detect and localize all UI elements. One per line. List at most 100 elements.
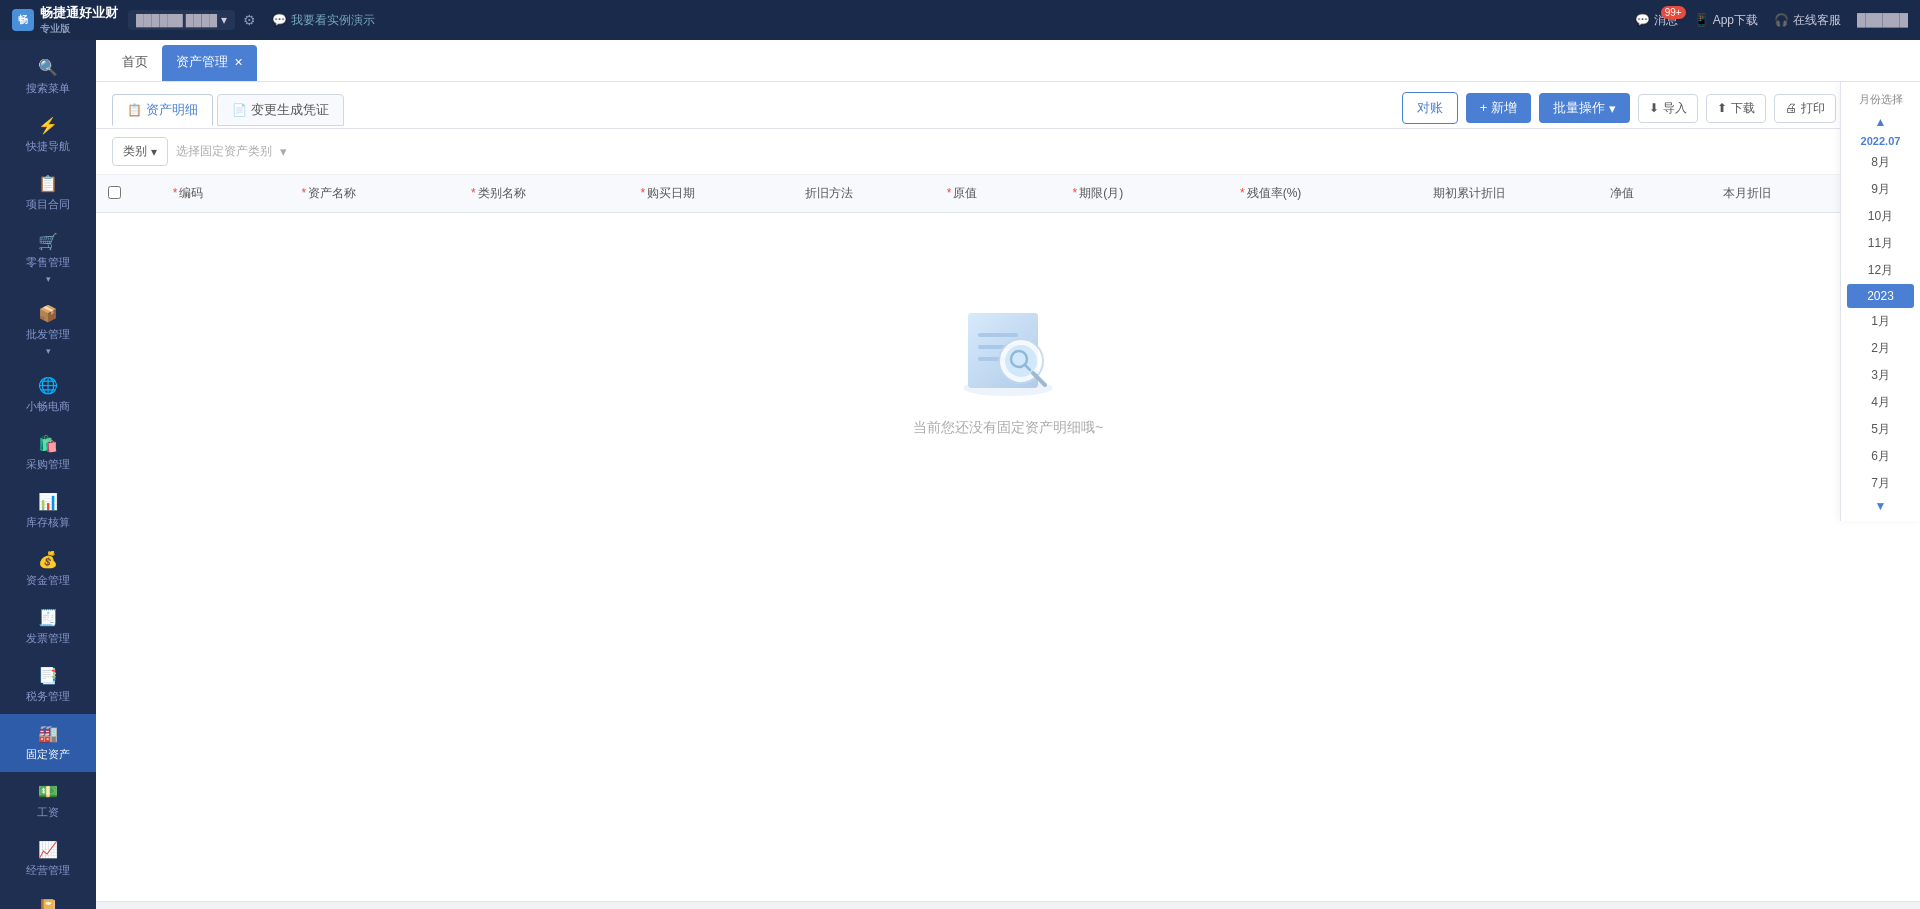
factory-icon: 🏭 [38, 724, 58, 743]
add-button[interactable]: + 新增 [1466, 93, 1531, 123]
arrow-icon: ▾ [46, 274, 51, 284]
user-info[interactable]: ██████ [1857, 13, 1908, 27]
col-code: *编码 [132, 175, 244, 213]
month-picker-panel: 月份选择 ▲ 2022.07 8月 9月 10月 11月 12月 2023 1月… [1840, 82, 1920, 521]
select-all-header[interactable] [96, 175, 132, 213]
sidebar-item-wholesale-mgmt[interactable]: 📦 批发管理 ▾ [0, 294, 96, 366]
month-item-2023-1[interactable]: 1月 [1841, 308, 1920, 335]
sidebar-item-general-ledger[interactable]: 📔 总账管理 [0, 888, 96, 909]
print-button[interactable]: 🖨 打印 [1774, 94, 1836, 123]
sub-tab-change-voucher[interactable]: 📄 变更生成凭证 [217, 94, 344, 126]
sidebar-item-quick-nav[interactable]: ⚡ 快捷导航 [0, 106, 96, 164]
download-button[interactable]: ⬆ 下载 [1706, 94, 1766, 123]
message-count-badge: 99+ [1661, 6, 1686, 19]
empty-illustration [943, 293, 1073, 403]
tax-icon: 📑 [38, 666, 58, 685]
month-item-2023-6[interactable]: 6月 [1841, 443, 1920, 470]
month-item-2023-7[interactable]: 7月 [1841, 470, 1920, 497]
workspace-selector[interactable]: ██████ ████ ▾ [128, 10, 235, 30]
tab-asset-mgmt[interactable]: 资产管理 ✕ [162, 45, 257, 81]
sidebar-item-fixed-assets[interactable]: 🏭 固定资产 [0, 714, 96, 772]
tab-close-button[interactable]: ✕ [234, 56, 243, 69]
sidebar-item-purchase-mgmt[interactable]: 🛍️ 采购管理 [0, 424, 96, 482]
app-download-button[interactable]: 📱 App下载 [1694, 12, 1758, 29]
search-icon: 🔍 [38, 58, 58, 77]
box-icon: 📦 [38, 304, 58, 323]
inner-content: 📋 资产明细 📄 变更生成凭证 对账 + 新增 批量操作 ▾ ⬇ [96, 82, 1920, 901]
chevron-down-icon: ▾ [1609, 101, 1616, 116]
month-list: 2022.07 8月 9月 10月 11月 12月 2023 1月 2月 3月 … [1841, 131, 1920, 497]
month-prev-button[interactable]: ▲ [1873, 113, 1889, 131]
filter-bar: 类别 ▾ 选择固定资产类别 ▾ [96, 129, 1920, 175]
horizontal-scrollbar[interactable] [96, 901, 1920, 909]
reconcile-button[interactable]: 对账 [1402, 92, 1458, 124]
main-layout: 🔍 搜索菜单 ⚡ 快捷导航 📋 项目合同 🛒 零售管理 ▾ 📦 批发管理 ▾ 🌐… [0, 40, 1920, 909]
content-area: 首页 资产管理 ✕ 📋 资产明细 📄 变更生成凭证 [96, 40, 1920, 909]
sidebar-item-fund-mgmt[interactable]: 💰 资金管理 [0, 540, 96, 598]
header-right-actions: 💬 消息 99+ 📱 App下载 🎧 在线客服 ██████ [1635, 12, 1908, 29]
month-item-12[interactable]: 12月 [1841, 257, 1920, 284]
top-header: 畅 畅捷通好业财 专业版 ██████ ████ ▾ ⚙ 💬 我要看实例演示 💬… [0, 0, 1920, 40]
sidebar-item-ops-mgmt[interactable]: 📈 经营管理 [0, 830, 96, 888]
col-net-value: 净值 [1575, 175, 1671, 213]
sidebar-item-invoice-mgmt[interactable]: 🧾 发票管理 [0, 598, 96, 656]
import-icon: ⬇ [1649, 101, 1659, 115]
sidebar-item-retail-mgmt[interactable]: 🛒 零售管理 ▾ [0, 222, 96, 294]
assets-table: *编码 *资产名称 *类别名称 *购买日期 折旧方法 *原值 *期限(月) *残… [96, 175, 1920, 517]
contract-icon: 📋 [38, 174, 58, 193]
settings-button[interactable]: ⚙ [243, 12, 256, 28]
app-logo: 畅 [12, 9, 34, 31]
arrow-icon: ▾ [46, 346, 51, 356]
ledger-icon: 📔 [38, 898, 58, 909]
workspace-name: ██████ ████ [136, 14, 217, 26]
chevron-down-icon: ▾ [151, 145, 157, 159]
month-item-2023-3[interactable]: 3月 [1841, 362, 1920, 389]
import-button[interactable]: ⬇ 导入 [1638, 94, 1698, 123]
month-item-11[interactable]: 11月 [1841, 230, 1920, 257]
sidebar-item-tax-mgmt[interactable]: 📑 税务管理 [0, 656, 96, 714]
sub-tab-bar: 📋 资产明细 📄 变更生成凭证 对账 + 新增 批量操作 ▾ ⬇ [96, 82, 1920, 129]
filter-placeholder: 选择固定资产类别 [176, 143, 272, 160]
table-container: *编码 *资产名称 *类别名称 *购买日期 折旧方法 *原值 *期限(月) *残… [96, 175, 1920, 901]
sub-tab-asset-detail[interactable]: 📋 资产明细 [112, 94, 213, 126]
sidebar: 🔍 搜索菜单 ⚡ 快捷导航 📋 项目合同 🛒 零售管理 ▾ 📦 批发管理 ▾ 🌐… [0, 40, 96, 909]
col-purchase-date: *购买日期 [583, 175, 753, 213]
demo-link[interactable]: 💬 我要看实例演示 [272, 12, 375, 29]
month-item-9[interactable]: 9月 [1841, 176, 1920, 203]
month-next-button[interactable]: ▼ [1873, 497, 1889, 515]
money-icon: 💰 [38, 550, 58, 569]
month-item-2023-4[interactable]: 4月 [1841, 389, 1920, 416]
empty-state: 当前您还没有固定资产明细哦~ [96, 213, 1920, 517]
col-residual-rate: *残值率(%) [1178, 175, 1364, 213]
month-item-10[interactable]: 10月 [1841, 203, 1920, 230]
filter-dropdown-icon[interactable]: ▾ [280, 144, 287, 159]
globe-icon: 🌐 [38, 376, 58, 395]
sidebar-item-search-menu[interactable]: 🔍 搜索菜单 [0, 48, 96, 106]
shopping-icon: 🛍️ [38, 434, 58, 453]
online-service-button[interactable]: 🎧 在线客服 [1774, 12, 1841, 29]
select-all-checkbox[interactable] [108, 186, 121, 199]
month-item-2023-5[interactable]: 5月 [1841, 416, 1920, 443]
current-year-badge: 2023 [1847, 284, 1914, 308]
sidebar-item-project-contract[interactable]: 📋 项目合同 [0, 164, 96, 222]
category-filter[interactable]: 类别 ▾ [112, 137, 168, 166]
col-depreciation-method: 折旧方法 [753, 175, 907, 213]
month-item-8[interactable]: 8月 [1841, 149, 1920, 176]
print-icon: 🖨 [1785, 101, 1797, 115]
tab-home[interactable]: 首页 [108, 45, 162, 81]
chart-icon: 📊 [38, 492, 58, 511]
batch-operation-button[interactable]: 批量操作 ▾ [1539, 93, 1630, 123]
month-item-2023-2[interactable]: 2月 [1841, 335, 1920, 362]
sidebar-item-ecommerce[interactable]: 🌐 小畅电商 [0, 366, 96, 424]
sidebar-item-inventory[interactable]: 📊 库存核算 [0, 482, 96, 540]
sidebar-item-salary[interactable]: 💵 工资 [0, 772, 96, 830]
message-button[interactable]: 💬 消息 99+ [1635, 12, 1678, 29]
chevron-down-icon: ▾ [221, 13, 227, 27]
app-brand: 畅 畅捷通好业财 专业版 [12, 4, 118, 36]
lightning-icon: ⚡ [38, 116, 58, 135]
phone-icon: 📱 [1694, 13, 1709, 27]
col-asset-name: *资产名称 [244, 175, 414, 213]
headset-icon: 🎧 [1774, 13, 1789, 27]
app-name: 畅捷通好业财 [40, 4, 118, 22]
ops-icon: 📈 [38, 840, 58, 859]
